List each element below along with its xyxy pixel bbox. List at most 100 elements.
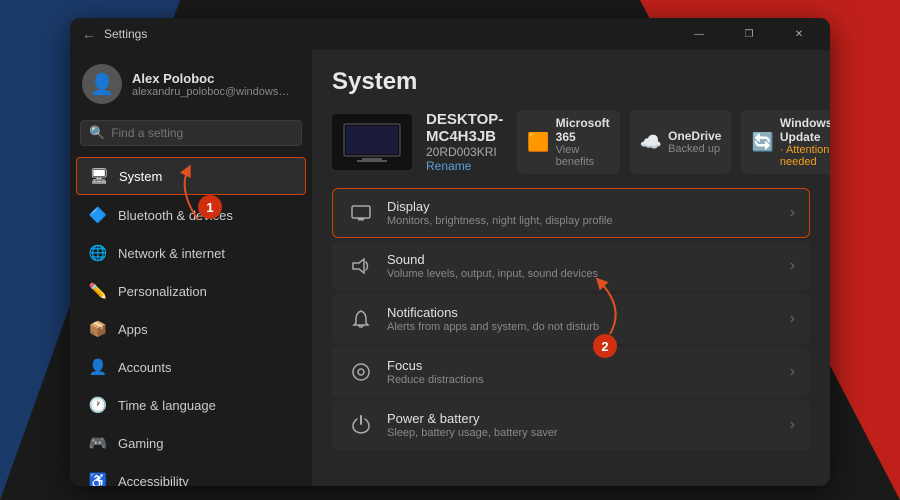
sidebar-item-accounts-label: Accounts (118, 360, 171, 375)
sidebar: 👤 Alex Poloboc alexandru_poloboc@windows… (70, 50, 312, 486)
windows-update-icon: 🔄 (751, 132, 773, 153)
display-subtitle: Monitors, brightness, night light, displ… (387, 215, 778, 227)
focus-subtitle: Reduce distractions (387, 374, 778, 386)
sidebar-item-accessibility-label: Accessibility (118, 474, 189, 487)
search-input[interactable] (111, 126, 293, 140)
time-icon: 🕐 (88, 395, 108, 415)
notifications-title: Notifications (387, 305, 778, 320)
window-title: Settings (104, 27, 147, 41)
accounts-icon: 👤 (88, 357, 108, 377)
settings-list: Display Monitors, brightness, night ligh… (332, 188, 810, 450)
device-rename-link[interactable]: Rename (426, 159, 503, 173)
notifications-row[interactable]: Notifications Alerts from apps and syste… (332, 294, 810, 344)
display-chevron: › (790, 204, 795, 222)
annotation-2: 2 (593, 334, 617, 358)
bluetooth-icon: 🔷 (88, 205, 108, 225)
sound-title: Sound (387, 252, 778, 267)
user-profile[interactable]: 👤 Alex Poloboc alexandru_poloboc@windows… (70, 50, 312, 114)
system-icon: 🖥 (89, 166, 109, 186)
sidebar-item-personalization[interactable]: ✏️ Personalization (76, 273, 306, 309)
power-icon (347, 411, 375, 439)
titlebar: ← Settings — ❐ ✕ (70, 18, 830, 50)
device-card: DESKTOP-MC4H3JB 20RD003KRI Rename 🟧 Micr… (332, 110, 810, 174)
user-email: alexandru_poloboc@windowsreport... (132, 86, 292, 98)
sidebar-item-time[interactable]: 🕐 Time & language (76, 387, 306, 423)
device-subtitle: 20RD003KRI (426, 145, 503, 159)
back-button[interactable]: ← (82, 26, 96, 42)
display-row[interactable]: Display Monitors, brightness, night ligh… (332, 188, 810, 238)
search-box[interactable]: 🔍 (80, 120, 302, 146)
content-area: System DESKTOP-MC4H3JB 20RD003KRI Rename (312, 50, 830, 486)
display-title: Display (387, 199, 778, 214)
titlebar-left: ← Settings (82, 26, 147, 42)
sidebar-item-network-label: Network & internet (118, 246, 225, 261)
user-name: Alex Poloboc (132, 71, 292, 86)
microsoft365-link[interactable]: 🟧 Microsoft 365 View benefits (517, 110, 619, 174)
sidebar-item-apps[interactable]: 📦 Apps (76, 311, 306, 347)
device-thumbnail (332, 114, 412, 170)
sidebar-item-apps-label: Apps (118, 322, 148, 337)
focus-text: Focus Reduce distractions (387, 358, 778, 386)
sidebar-item-system[interactable]: 🖥 System (76, 157, 306, 195)
sidebar-item-accessibility[interactable]: ♿ Accessibility (76, 463, 306, 486)
display-icon (347, 199, 375, 227)
sound-chevron: › (790, 257, 795, 275)
sound-icon (347, 252, 375, 280)
apps-icon: 📦 (88, 319, 108, 339)
microsoft365-icon: 🟧 (527, 132, 549, 153)
power-subtitle: Sleep, battery usage, battery saver (387, 427, 778, 439)
sidebar-item-accounts[interactable]: 👤 Accounts (76, 349, 306, 385)
notifications-text: Notifications Alerts from apps and syste… (387, 305, 778, 333)
close-button[interactable]: ✕ (776, 18, 822, 50)
sound-text: Sound Volume levels, output, input, soun… (387, 252, 778, 280)
annotation-1: 1 (198, 195, 222, 219)
device-name: DESKTOP-MC4H3JB (426, 111, 503, 145)
sidebar-item-gaming[interactable]: 🎮 Gaming (76, 425, 306, 461)
sidebar-item-personalization-label: Personalization (118, 284, 207, 299)
power-chevron: › (790, 416, 795, 434)
power-row[interactable]: Power & battery Sleep, battery usage, ba… (332, 400, 810, 450)
titlebar-controls: — ❐ ✕ (676, 18, 822, 50)
windows-update-link[interactable]: 🔄 Windows Update · Attention needed (741, 110, 830, 174)
sound-row[interactable]: Sound Volume levels, output, input, soun… (332, 241, 810, 291)
microsoft365-text: Microsoft 365 View benefits (556, 116, 610, 168)
onedrive-icon: ☁️ (640, 132, 662, 153)
search-icon: 🔍 (89, 125, 105, 141)
network-icon: 🌐 (88, 243, 108, 263)
power-title: Power & battery (387, 411, 778, 426)
sound-subtitle: Volume levels, output, input, sound devi… (387, 268, 778, 280)
device-name-block: DESKTOP-MC4H3JB 20RD003KRI Rename (426, 111, 503, 173)
quick-links: 🟧 Microsoft 365 View benefits ☁️ OneDriv… (517, 110, 830, 174)
sidebar-item-time-label: Time & language (118, 398, 216, 413)
main-layout: 👤 Alex Poloboc alexandru_poloboc@windows… (70, 50, 830, 486)
onedrive-title: OneDrive (668, 129, 721, 143)
onedrive-text: OneDrive Backed up (668, 129, 721, 155)
windows-update-title: Windows Update (780, 116, 830, 144)
onedrive-link[interactable]: ☁️ OneDrive Backed up (630, 110, 732, 174)
gaming-icon: 🎮 (88, 433, 108, 453)
notifications-subtitle: Alerts from apps and system, do not dist… (387, 321, 778, 333)
sidebar-item-system-label: System (119, 169, 162, 184)
focus-icon (347, 358, 375, 386)
maximize-button[interactable]: ❐ (726, 18, 772, 50)
avatar: 👤 (82, 64, 122, 104)
user-info: Alex Poloboc alexandru_poloboc@windowsre… (132, 71, 292, 98)
settings-window: ← Settings — ❐ ✕ 👤 Alex Poloboc alexandr… (70, 18, 830, 486)
minimize-button[interactable]: — (676, 18, 722, 50)
sidebar-item-network[interactable]: 🌐 Network & internet (76, 235, 306, 271)
microsoft365-title: Microsoft 365 (556, 116, 610, 144)
notifications-chevron: › (790, 310, 795, 328)
focus-row[interactable]: Focus Reduce distractions › (332, 347, 810, 397)
page-title: System (332, 68, 810, 96)
accessibility-icon: ♿ (88, 471, 108, 486)
notifications-icon (347, 305, 375, 333)
onedrive-subtitle: Backed up (668, 143, 721, 155)
power-text: Power & battery Sleep, battery usage, ba… (387, 411, 778, 439)
sidebar-item-bluetooth[interactable]: 🔷 Bluetooth & devices (76, 197, 306, 233)
windows-update-text: Windows Update · Attention needed (780, 116, 830, 168)
search-container: 🔍 (70, 114, 312, 156)
display-text: Display Monitors, brightness, night ligh… (387, 199, 778, 227)
sidebar-item-gaming-label: Gaming (118, 436, 164, 451)
personalization-icon: ✏️ (88, 281, 108, 301)
windows-update-subtitle: · Attention needed (780, 144, 830, 168)
